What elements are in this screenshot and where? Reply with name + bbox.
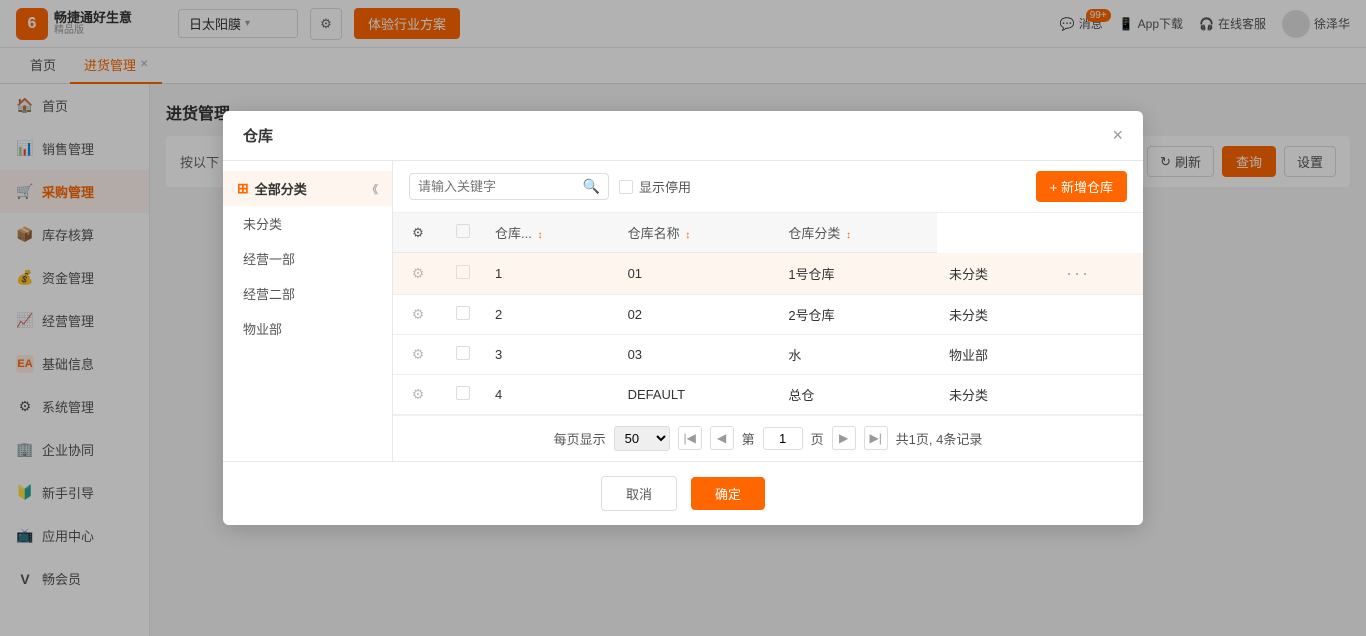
table-header-row: ⚙ 仓库... ↕ 仓库名称 ↕ — [393, 213, 1143, 253]
page-label: 页 — [811, 429, 824, 448]
sort-icon-category: ↕ — [846, 230, 851, 241]
show-disabled-toggle[interactable]: 显示停用 — [619, 177, 691, 196]
page-word: 第 — [742, 429, 755, 448]
add-warehouse-button[interactable]: + 新增仓库 — [1036, 171, 1127, 202]
table-row[interactable]: ⚙ 4 DEFAULT 总仓 未分类 — [393, 374, 1143, 414]
all-categories-label: 全部分类 — [255, 179, 307, 198]
row-check-cell-1[interactable] — [443, 294, 483, 334]
show-disabled-label: 显示停用 — [639, 177, 691, 196]
select-all-checkbox[interactable] — [456, 224, 470, 238]
modal-main: 🔍 显示停用 + 新增仓库 ⚙ — [393, 161, 1143, 461]
row-cat-1: 未分类 — [937, 294, 1054, 334]
row-cat-0: 未分类 — [937, 253, 1054, 295]
warehouse-modal: 仓库 × ⊞ 全部分类 《 未分类 经营一部 经营二部 物业部 — [223, 111, 1143, 525]
per-page-label: 每页显示 — [554, 429, 606, 448]
warehouse-table: ⚙ 仓库... ↕ 仓库名称 ↕ — [393, 213, 1143, 415]
row-checkbox-3[interactable] — [456, 386, 470, 400]
page-last-button[interactable]: ▶| — [864, 426, 888, 450]
confirm-button[interactable]: 确定 — [691, 477, 765, 510]
page-next-button[interactable]: ▶ — [832, 426, 856, 450]
row-code-1: 02 — [616, 294, 777, 334]
collapse-icon[interactable]: 《 — [367, 181, 378, 197]
modal-close-button[interactable]: × — [1112, 125, 1123, 146]
row-checkbox-2[interactable] — [456, 346, 470, 360]
search-input[interactable] — [418, 179, 577, 194]
cat-item-1[interactable]: 经营一部 — [223, 241, 392, 276]
page-first-button[interactable]: |◀ — [678, 426, 702, 450]
table-row[interactable]: ⚙ 1 01 1号仓库 未分类 ··· — [393, 253, 1143, 295]
row-check-cell[interactable] — [443, 253, 483, 295]
category-sidebar: ⊞ 全部分类 《 未分类 经营一部 经营二部 物业部 — [223, 161, 393, 461]
warehouse-table-wrap: ⚙ 仓库... ↕ 仓库名称 ↕ — [393, 213, 1143, 415]
pagination-bar: 每页显示 50 20 100 |◀ ◀ 第 页 ▶ ▶| 共1页, 4条记录 — [393, 415, 1143, 461]
row-cat-3: 未分类 — [937, 374, 1054, 414]
modal-actions: 取消 确定 — [223, 461, 1143, 525]
row-name-3: 总仓 — [776, 374, 937, 414]
modal-overlay[interactable]: 仓库 × ⊞ 全部分类 《 未分类 经营一部 经营二部 物业部 — [0, 0, 1366, 636]
row-code-0: 01 — [616, 253, 777, 295]
row-checkbox-0[interactable] — [456, 265, 470, 279]
row-num-0: 1 — [483, 253, 616, 295]
row-gear-cell-2: ⚙ — [393, 334, 443, 374]
page-info: 共1页, 4条记录 — [896, 429, 983, 448]
row-num-3: 4 — [483, 374, 616, 414]
page-input[interactable] — [763, 427, 803, 450]
show-disabled-checkbox[interactable] — [619, 180, 633, 194]
row-more-button-0[interactable]: ··· — [1066, 263, 1090, 284]
row-gear-cell: ⚙ — [393, 253, 443, 295]
page-prev-button[interactable]: ◀ — [710, 426, 734, 450]
row-name-0: 1号仓库 — [776, 253, 937, 295]
row-num-1: 2 — [483, 294, 616, 334]
modal-title: 仓库 — [243, 125, 273, 146]
sort-icon-name: ↕ — [685, 230, 690, 241]
row-gear-icon-2: ⚙ — [412, 346, 425, 362]
cat-item-2[interactable]: 经营二部 — [223, 276, 392, 311]
table-row[interactable]: ⚙ 3 03 水 物业部 — [393, 334, 1143, 374]
row-gear-icon-3: ⚙ — [412, 386, 425, 402]
col-header-name[interactable]: 仓库名称 ↕ — [616, 213, 777, 253]
search-icon: 🔍 — [583, 178, 600, 195]
col-header-category[interactable]: 仓库分类 ↕ — [776, 213, 937, 253]
row-name-2: 水 — [776, 334, 937, 374]
row-gear-icon-1: ⚙ — [412, 306, 425, 322]
row-code-3: DEFAULT — [616, 374, 777, 414]
row-checkbox-1[interactable] — [456, 306, 470, 320]
cancel-button[interactable]: 取消 — [601, 476, 677, 511]
modal-body: ⊞ 全部分类 《 未分类 经营一部 经营二部 物业部 🔍 — [223, 161, 1143, 461]
row-cat-2: 物业部 — [937, 334, 1054, 374]
row-gear-cell-1: ⚙ — [393, 294, 443, 334]
row-num-2: 3 — [483, 334, 616, 374]
col-header-settings: ⚙ — [393, 213, 443, 253]
row-check-cell-3[interactable] — [443, 374, 483, 414]
modal-header: 仓库 × — [223, 111, 1143, 161]
row-name-1: 2号仓库 — [776, 294, 937, 334]
per-page-select[interactable]: 50 20 100 — [614, 426, 670, 451]
row-check-cell-2[interactable] — [443, 334, 483, 374]
modal-toolbar: 🔍 显示停用 + 新增仓库 — [393, 161, 1143, 213]
row-code-2: 03 — [616, 334, 777, 374]
grid-icon: ⊞ — [237, 180, 249, 197]
sort-icon-code: ↕ — [537, 230, 542, 241]
col-header-check — [443, 213, 483, 253]
cat-item-3[interactable]: 物业部 — [223, 311, 392, 346]
row-gear-icon: ⚙ — [412, 265, 425, 281]
row-gear-cell-3: ⚙ — [393, 374, 443, 414]
cat-item-0[interactable]: 未分类 — [223, 206, 392, 241]
col-header-code[interactable]: 仓库... ↕ — [483, 213, 616, 253]
table-row[interactable]: ⚙ 2 02 2号仓库 未分类 — [393, 294, 1143, 334]
all-categories[interactable]: ⊞ 全部分类 《 — [223, 171, 392, 206]
search-input-wrap[interactable]: 🔍 — [409, 173, 609, 200]
